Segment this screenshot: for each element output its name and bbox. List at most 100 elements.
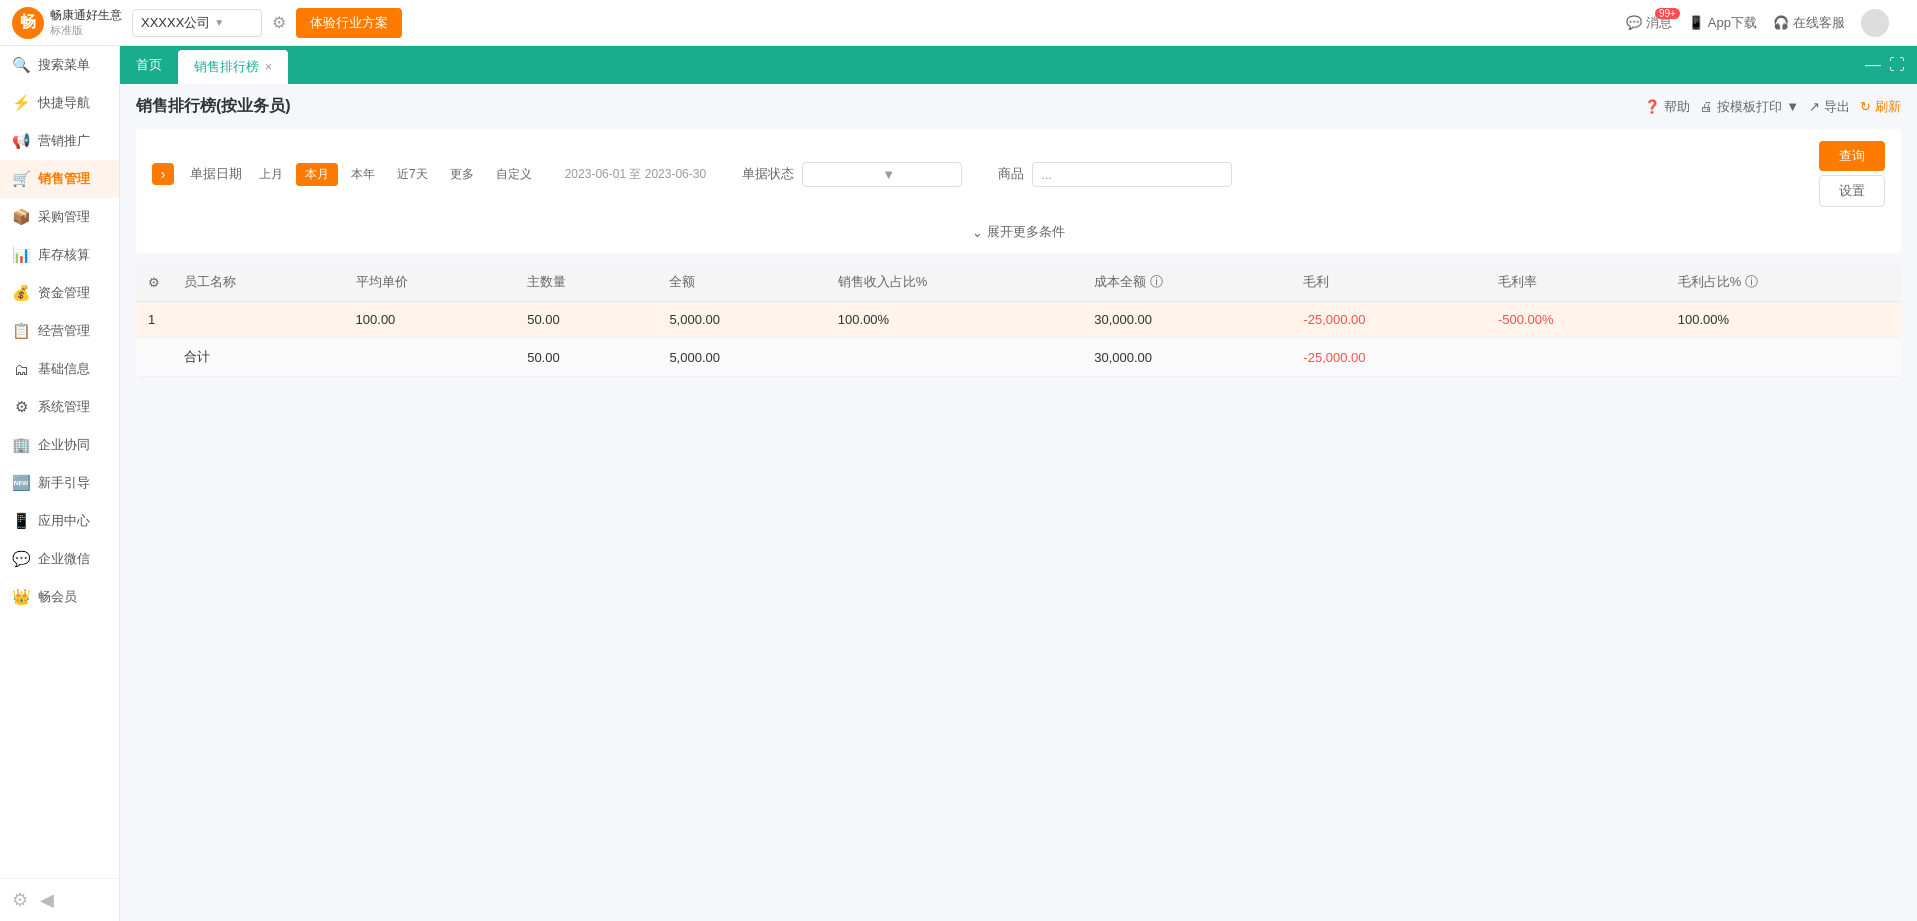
crown-icon: 👑 — [12, 588, 30, 606]
cell-qty: 50.00 — [515, 302, 657, 338]
footer-gross-rate — [1486, 338, 1666, 377]
refresh-button[interactable]: ↻ 刷新 — [1860, 98, 1901, 116]
online-service-label: 在线客服 — [1793, 14, 1845, 32]
new-icon: 🆕 — [12, 474, 30, 492]
tab-bar: 首页 销售排行榜 × — ⛶ — [120, 46, 1917, 84]
settings-button[interactable]: 设置 — [1819, 175, 1885, 207]
folder-icon: 🗂 — [12, 361, 30, 378]
footer-gross-pct — [1666, 338, 1901, 377]
cell-gross: -25,000.00 — [1291, 302, 1486, 338]
company-selector[interactable]: XXXXX公司 ▼ — [132, 9, 262, 37]
sidebar-item-system[interactable]: ⚙ 系统管理 — [0, 388, 119, 426]
sidebar-item-operation[interactable]: 📋 经营管理 — [0, 312, 119, 350]
search-icon: 🔍 — [12, 56, 30, 74]
date-filter-label: 单据日期 — [190, 165, 242, 183]
chart-icon: 📊 — [12, 246, 30, 264]
sidebar-item-search[interactable]: 🔍 搜索菜单 — [0, 46, 119, 84]
goods-placeholder: ... — [1041, 167, 1223, 182]
sidebar-settings-icon[interactable]: ⚙ — [12, 889, 28, 911]
sidebar-item-purchase[interactable]: 📦 采购管理 — [0, 198, 119, 236]
sidebar-item-basic[interactable]: 🗂 基础信息 — [0, 350, 119, 388]
logo-icon: 畅 — [12, 7, 44, 39]
print-icon: 🖨 — [1700, 99, 1713, 114]
date-btn-thismonth[interactable]: 本月 — [296, 163, 338, 186]
sidebar-label-basic: 基础信息 — [38, 360, 90, 378]
goods-filter-label: 商品 — [998, 165, 1024, 183]
gear-icon: ⚙ — [12, 398, 30, 416]
date-range-group: 2023-06-01 至 2023-06-30 — [565, 166, 706, 183]
table-row: 1 100.00 50.00 5,000.00 100.00% 30,000.0… — [136, 302, 1901, 338]
filter-row: › 单据日期 上月 本月 本年 近7天 更多 自定义 — [152, 141, 1885, 207]
goods-filter: 商品 ... — [998, 162, 1232, 187]
page-content: 销售排行榜(按业务员) ❓ 帮助 🖨 按模板打印 ▼ ↗ — [120, 84, 1917, 921]
col-sales-pct: 销售收入占比% — [826, 263, 1082, 302]
export-button[interactable]: ↗ 导出 — [1809, 98, 1850, 116]
sidebar-label-apps: 应用中心 — [38, 512, 90, 530]
settings-icon[interactable]: ⚙ — [272, 13, 286, 32]
tab-expand-icon[interactable]: ⛶ — [1889, 56, 1905, 74]
sidebar-label-marketing: 营销推广 — [38, 132, 90, 150]
template-print-button[interactable]: 🖨 按模板打印 ▼ — [1700, 98, 1799, 116]
sidebar-item-finance[interactable]: 💰 资金管理 — [0, 274, 119, 312]
tab-actions: — ⛶ — [1865, 56, 1917, 74]
sidebar: 🔍 搜索菜单 ⚡ 快捷导航 📢 营销推广 🛒 销售管理 📦 采购管理 📊 — [0, 46, 120, 921]
tab-close-icon[interactable]: × — [265, 60, 272, 74]
date-btn-lastmonth[interactable]: 上月 — [250, 163, 292, 186]
tab-home[interactable]: 首页 — [120, 46, 178, 84]
sidebar-item-enterprise[interactable]: 🏢 企业协同 — [0, 426, 119, 464]
sidebar-label-system: 系统管理 — [38, 398, 90, 416]
footer-cost: 30,000.00 — [1082, 338, 1291, 377]
sidebar-label-wechat: 企业微信 — [38, 550, 90, 568]
content-area: 首页 销售排行榜 × — ⛶ 销售排行榜(按业务员) — [120, 46, 1917, 921]
cell-gross-pct: 100.00% — [1666, 302, 1901, 338]
col-settings[interactable]: ⚙ — [136, 263, 172, 302]
message-button[interactable]: 💬 消息 99+ — [1626, 14, 1672, 32]
clipboard-icon: 📋 — [12, 322, 30, 340]
query-button[interactable]: 查询 — [1819, 141, 1885, 171]
sidebar-item-apps[interactable]: 📱 应用中心 — [0, 502, 119, 540]
date-btn-7days[interactable]: 近7天 — [388, 163, 437, 186]
trial-button[interactable]: 体验行业方案 — [296, 8, 402, 38]
building-icon: 🏢 — [12, 436, 30, 454]
sidebar-item-shortcut[interactable]: ⚡ 快捷导航 — [0, 84, 119, 122]
status-select[interactable]: ▼ — [802, 162, 962, 187]
avatar[interactable] — [1861, 9, 1889, 37]
col-gross-pct: 毛利占比% ⓘ — [1666, 263, 1901, 302]
sidebar-collapse-icon[interactable]: ◀ — [40, 889, 54, 911]
goods-select[interactable]: ... — [1032, 162, 1232, 187]
help-icon: ❓ — [1644, 99, 1660, 114]
sidebar-item-member[interactable]: 👑 畅会员 — [0, 578, 119, 616]
filter-toggle-icon[interactable]: › — [152, 163, 174, 185]
sidebar-item-sales[interactable]: 🛒 销售管理 — [0, 160, 119, 198]
cell-rank: 1 — [136, 302, 172, 338]
sidebar-label-enterprise: 企业协同 — [38, 436, 90, 454]
date-btn-thisyear[interactable]: 本年 — [342, 163, 384, 186]
sidebar-label-shortcut: 快捷导航 — [38, 94, 90, 112]
data-table: ⚙ 员工名称 平均单价 主数量 全额 销售收入占比% 成本全额 ⓘ 毛利 毛利率… — [136, 263, 1901, 377]
date-btn-more[interactable]: 更多 — [441, 163, 483, 186]
header-actions: ❓ 帮助 🖨 按模板打印 ▼ ↗ 导出 ↻ — [1644, 98, 1901, 116]
tab-sales-ranking[interactable]: 销售排行榜 × — [178, 50, 288, 84]
col-qty: 主数量 — [515, 263, 657, 302]
col-gross-rate: 毛利率 — [1486, 263, 1666, 302]
col-amount: 全额 — [657, 263, 825, 302]
sidebar-item-inventory[interactable]: 📊 库存核算 — [0, 236, 119, 274]
sidebar-item-wechat[interactable]: 💬 企业微信 — [0, 540, 119, 578]
export-icon: ↗ — [1809, 99, 1820, 114]
sidebar-label-finance: 资金管理 — [38, 284, 90, 302]
app-download-button[interactable]: 📱 App下载 — [1688, 14, 1757, 32]
expand-button[interactable]: ⌄ 展开更多条件 — [972, 223, 1065, 241]
table-footer-row: 合计 50.00 5,000.00 30,000.00 -25,000.00 — [136, 338, 1901, 377]
date-btn-custom[interactable]: 自定义 — [487, 163, 541, 186]
help-button[interactable]: ❓ 帮助 — [1644, 98, 1690, 116]
sidebar-item-marketing[interactable]: 📢 营销推广 — [0, 122, 119, 160]
sidebar-item-guide[interactable]: 🆕 新手引导 — [0, 464, 119, 502]
date-filter: 单据日期 上月 本月 本年 近7天 更多 自定义 — [190, 163, 541, 186]
tab-minimize-icon[interactable]: — — [1865, 56, 1881, 74]
app-container: 畅 畅康通好生意 标准版 XXXXX公司 ▼ ⚙ 体验行业方案 💬 消息 99+… — [0, 0, 1917, 921]
online-service-button[interactable]: 🎧 在线客服 — [1773, 14, 1845, 32]
top-bar: 畅 畅康通好生意 标准版 XXXXX公司 ▼ ⚙ 体验行业方案 💬 消息 99+… — [0, 0, 1917, 46]
filter-action-buttons: 查询 设置 — [1819, 141, 1885, 207]
col-gross: 毛利 — [1291, 263, 1486, 302]
status-filter-label: 单据状态 — [742, 165, 794, 183]
